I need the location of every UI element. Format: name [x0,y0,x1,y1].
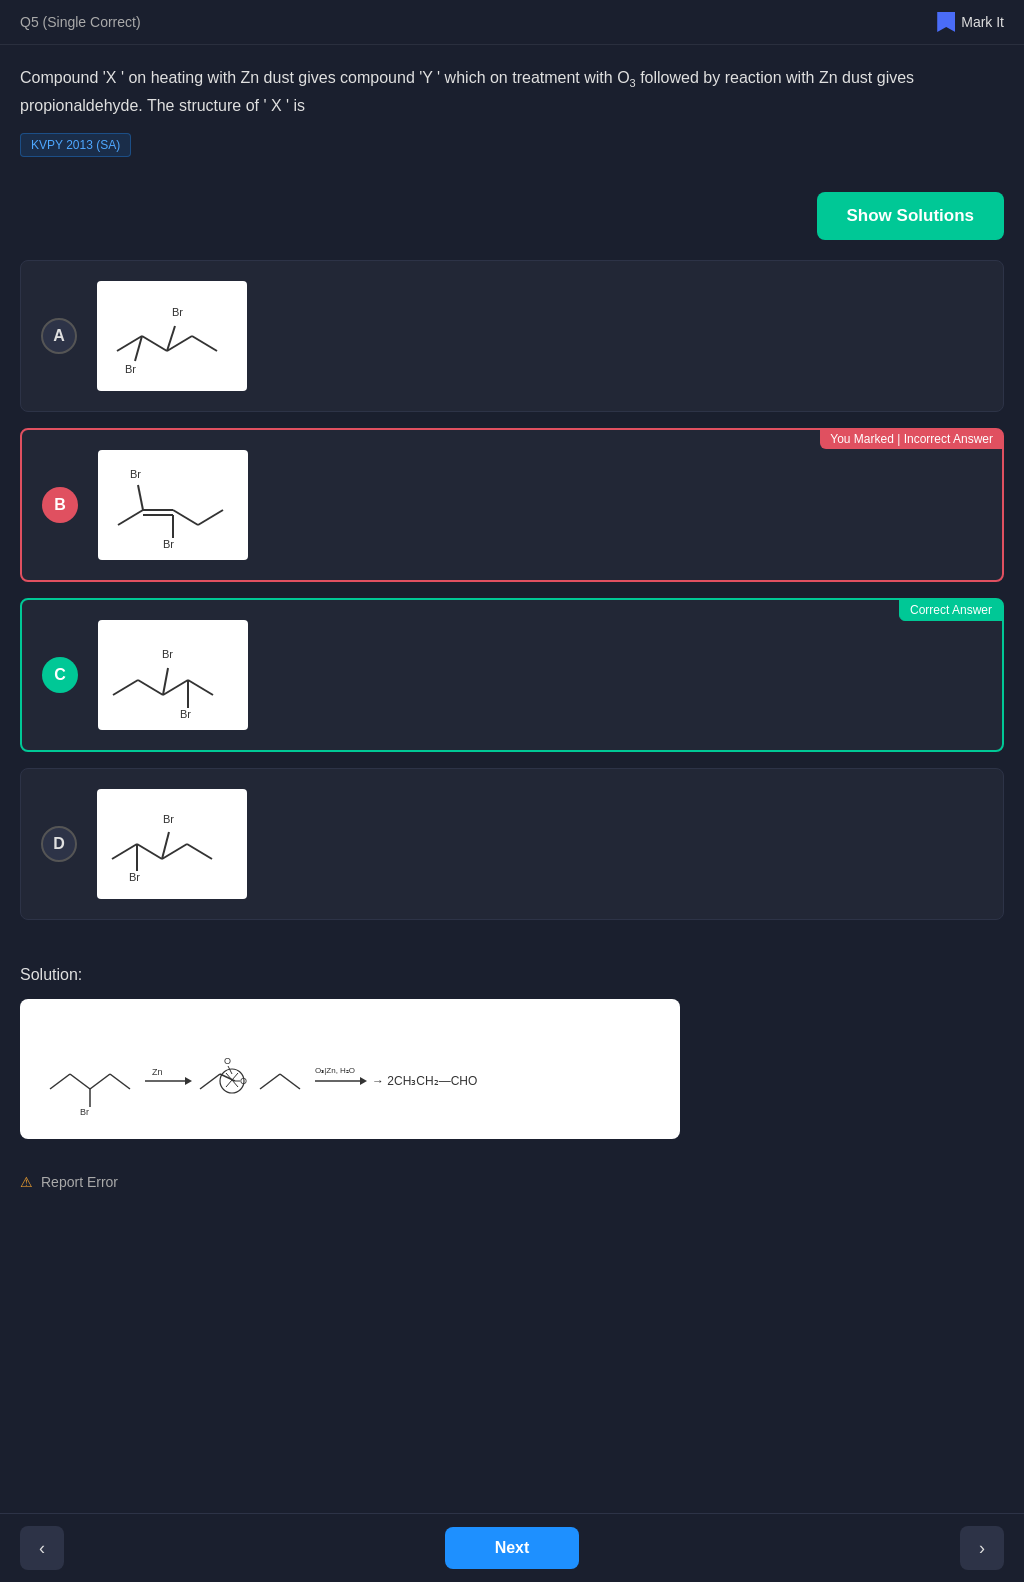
svg-line-3 [192,336,217,351]
svg-line-1 [142,336,167,351]
svg-line-42 [200,1074,220,1089]
svg-text:Br: Br [180,708,191,720]
option-b[interactable]: You Marked | Incorrect Answer B Br Br [20,428,1004,582]
svg-text:O₃|Zn, H₂O: O₃|Zn, H₂O [315,1066,355,1075]
svg-line-33 [50,1074,70,1089]
option-b-label: B [42,487,78,523]
svg-line-20 [188,680,213,695]
svg-line-26 [137,844,162,859]
svg-line-17 [113,680,138,695]
svg-line-36 [110,1074,130,1089]
svg-line-28 [187,844,212,859]
svg-text:→ 2CH₃CH₂—CHO: → 2CH₃CH₂—CHO [372,1074,477,1088]
bookmark-icon [937,12,955,32]
question-type: Q5 (Single Correct) [20,14,141,30]
top-bar: Q5 (Single Correct) Mark It [0,0,1024,45]
svg-marker-40 [185,1077,192,1085]
svg-line-35 [90,1074,110,1089]
svg-text:Br: Br [80,1107,89,1117]
incorrect-answer-tag: You Marked | Incorrect Answer [820,429,1003,449]
option-d[interactable]: D Br Br [20,768,1004,920]
svg-line-34 [70,1074,90,1089]
solution-label: Solution: [20,966,1004,984]
report-error[interactable]: ⚠ Report Error [0,1159,1024,1205]
solution-image: Br Zn O O O₃|Zn, H₂O → 2C [20,999,680,1139]
option-c[interactable]: Correct Answer C Br Br [20,598,1004,752]
option-b-image: Br Br [98,450,248,560]
correct-answer-tag: Correct Answer [899,599,1003,621]
tag-container: KVPY 2013 (SA) [20,133,1004,157]
question-area: Compound 'X ' on heating with Zn dust gi… [0,45,1024,182]
svg-text:Br: Br [125,363,136,375]
svg-line-51 [260,1074,280,1089]
show-solutions-area: Show Solutions [0,182,1024,260]
option-a-label: A [41,318,77,354]
svg-text:Br: Br [172,306,183,318]
show-solutions-button[interactable]: Show Solutions [817,192,1005,240]
next-arrow-button[interactable]: › [960,1526,1004,1570]
svg-text:Br: Br [162,648,173,660]
svg-line-52 [280,1074,300,1089]
svg-text:Br: Br [163,813,174,825]
next-button[interactable]: Next [445,1527,580,1569]
mark-it-button[interactable]: Mark It [937,12,1004,32]
svg-line-13 [138,485,143,510]
svg-text:O: O [224,1056,231,1066]
svg-line-19 [163,680,188,695]
svg-line-11 [173,510,198,525]
svg-text:Br: Br [129,871,140,883]
svg-line-21 [163,668,168,695]
svg-line-12 [198,510,223,525]
option-a-image: Br Br [97,281,247,391]
option-c-image: Br Br [98,620,248,730]
warning-icon: ⚠ [20,1174,33,1190]
question-text: Compound 'X ' on heating with Zn dust gi… [20,65,1004,118]
solution-section: Solution: Br Zn O O [0,946,1024,1159]
report-error-label: Report Error [41,1174,118,1190]
options-container: A Br Br You Marked | Incorrect Answer B [0,260,1024,936]
svg-text:Br: Br [163,538,174,550]
svg-text:Zn: Zn [152,1067,163,1077]
option-d-image: Br Br [97,789,247,899]
svg-line-18 [138,680,163,695]
option-d-label: D [41,826,77,862]
svg-text:Br: Br [130,468,141,480]
option-c-label: C [42,657,78,693]
svg-line-25 [112,844,137,859]
svg-line-8 [118,510,143,525]
prev-button[interactable]: ‹ [20,1526,64,1570]
option-a[interactable]: A Br Br [20,260,1004,412]
svg-marker-54 [360,1077,367,1085]
question-tag: KVPY 2013 (SA) [20,133,131,157]
bottom-nav: ‹ Next › [0,1513,1024,1582]
